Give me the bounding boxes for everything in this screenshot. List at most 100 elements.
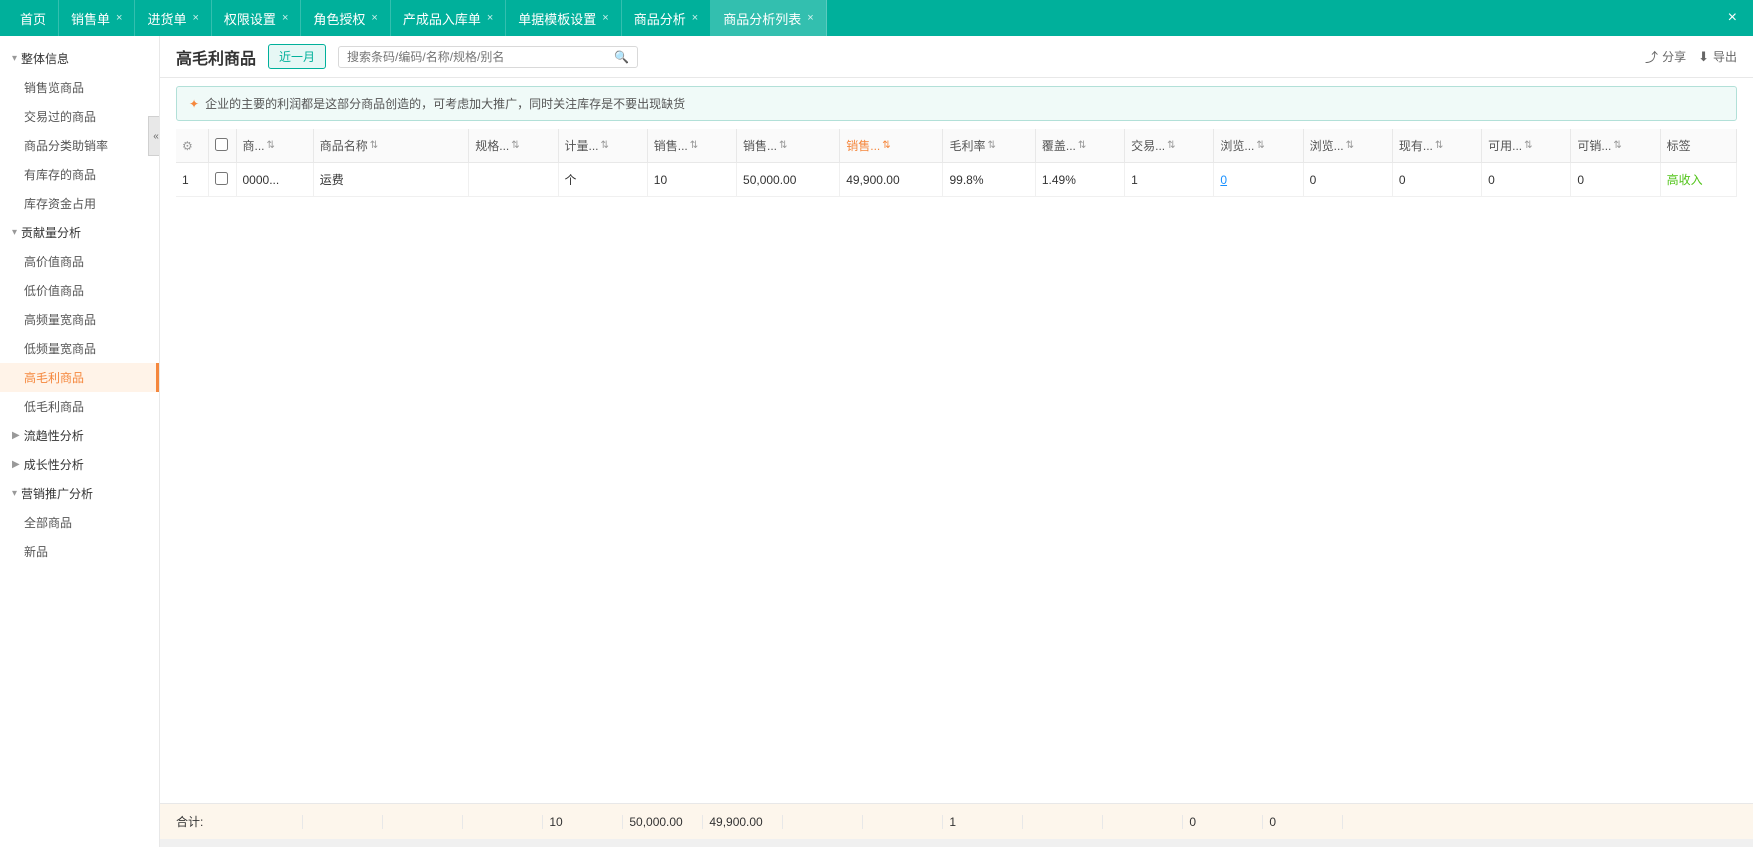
sort-icon-views2[interactable]: ⇅ [1346, 140, 1354, 151]
close-all-button[interactable]: × [1720, 9, 1745, 27]
tab-products-close[interactable]: × [487, 12, 493, 24]
col-sellable: 可销... ⇅ [1571, 129, 1660, 163]
tab-analysis-list-close[interactable]: × [807, 12, 813, 24]
row-checkbox[interactable] [208, 163, 236, 197]
sidebar-item-high-margin[interactable]: 高毛利商品 [0, 363, 159, 392]
row-sellable: 0 [1571, 163, 1660, 197]
sidebar-item-new-goods[interactable]: 新品 [0, 537, 159, 566]
sidebar-group-overall[interactable]: ▾ 整体信息 [0, 44, 159, 73]
sidebar-item-capital-occupation[interactable]: 库存资金占用 [0, 189, 159, 218]
data-table: ⚙ 商... ⇅ 商品名称 [176, 129, 1737, 197]
tab-sales-close[interactable]: × [116, 12, 122, 24]
sort-icon-spec[interactable]: ⇅ [511, 140, 519, 151]
sidebar-item-inventory-goods[interactable]: 有库存的商品 [0, 160, 159, 189]
select-all-checkbox[interactable] [215, 138, 228, 151]
sort-icon-available[interactable]: ⇅ [1524, 140, 1532, 151]
sidebar-item-sales-goods[interactable]: 销售览商品 [0, 73, 159, 102]
row-unit: 个 [558, 163, 647, 197]
sidebar-item-traded-goods[interactable]: 交易过的商品 [0, 102, 159, 131]
tab-sales[interactable]: 销售单 × [59, 0, 135, 36]
sort-icon-name[interactable]: ⇅ [370, 140, 378, 151]
sidebar-item-low-margin[interactable]: 低毛利商品 [0, 392, 159, 421]
row-views2: 0 [1303, 163, 1392, 197]
row-available: 0 [1482, 163, 1571, 197]
search-icon[interactable]: 🔍 [614, 50, 629, 64]
arrow-right-icon2: ▶ [12, 459, 20, 470]
row-seq: 1 [176, 163, 208, 197]
sidebar-group-marketing[interactable]: ▾ 营销推广分析 [0, 479, 159, 508]
tab-analysis-close[interactable]: × [692, 12, 698, 24]
sidebar-item-all-goods[interactable]: 全部商品 [0, 508, 159, 537]
sidebar-item-contribution-rate[interactable]: 商品分类助销率 [0, 131, 159, 160]
tab-analysis-list[interactable]: 商品分析列表 × [711, 0, 826, 36]
sort-icon-transactions[interactable]: ⇅ [1167, 140, 1175, 151]
col-spec: 规格... ⇅ [469, 129, 558, 163]
sort-icon-sales-qty[interactable]: ⇅ [690, 140, 698, 151]
tab-permissions-close[interactable]: × [282, 12, 288, 24]
sidebar-collapse-button[interactable]: « [148, 116, 160, 156]
tab-products[interactable]: 产成品入库单 × [391, 0, 506, 36]
tab-analysis[interactable]: 商品分析 × [622, 0, 711, 36]
sort-icon-sales-profit[interactable]: ⇅ [882, 140, 890, 151]
footer-bar: 合计: 10 50,000.00 49,900.00 1 0 0 [160, 803, 1753, 839]
sort-icon-views1[interactable]: ⇅ [1256, 140, 1264, 151]
row-current-stock: 0 [1392, 163, 1481, 197]
tab-templates-close[interactable]: × [602, 12, 608, 24]
row-sales-qty: 10 [647, 163, 736, 197]
tab-import[interactable]: 进货单 × [135, 0, 211, 36]
sort-icon-unit[interactable]: ⇅ [601, 140, 609, 151]
header-actions: ⤴ 分享 ⬇ 导出 [1645, 47, 1737, 66]
sidebar-item-high-value[interactable]: 高价值商品 [0, 247, 159, 276]
footer-sales-profit: 49,900.00 [703, 815, 783, 829]
footer-empty5 [783, 815, 863, 829]
footer-empty2 [303, 815, 383, 829]
col-available: 可用... ⇅ [1482, 129, 1571, 163]
sort-icon-sales-amt[interactable]: ⇅ [779, 140, 787, 151]
sort-icon-code[interactable]: ⇅ [267, 140, 275, 151]
info-icon: ✦ [189, 97, 199, 111]
col-margin-rate: 毛利率 ⇅ [943, 129, 1035, 163]
table-header-row: ⚙ 商... ⇅ 商品名称 [176, 129, 1737, 163]
sort-icon-coverage[interactable]: ⇅ [1078, 140, 1086, 151]
tab-home[interactable]: 首页 [8, 0, 59, 36]
arrow-right-icon: ▶ [12, 430, 20, 441]
export-button[interactable]: ⬇ 导出 [1698, 47, 1737, 66]
settings-icon[interactable]: ⚙ [182, 139, 193, 153]
footer-views2 [1103, 815, 1183, 829]
sidebar-group-finance[interactable]: ▾ 贡献量分析 [0, 218, 159, 247]
footer-sales-qty: 10 [543, 815, 623, 829]
tab-permissions[interactable]: 权限设置 × [212, 0, 301, 36]
tab-templates[interactable]: 单据模板设置 × [506, 0, 621, 36]
footer-sales-amt: 50,000.00 [623, 815, 703, 829]
row-views1[interactable]: 0 [1214, 163, 1303, 197]
footer-empty1 [223, 815, 303, 829]
share-button[interactable]: ⤴ 分享 [1645, 47, 1686, 66]
footer-transactions: 1 [943, 815, 1023, 829]
sort-icon-current-stock[interactable]: ⇅ [1435, 140, 1443, 151]
sort-icon-margin-rate[interactable]: ⇅ [988, 140, 996, 151]
tab-roles[interactable]: 角色授权 × [301, 0, 390, 36]
page-title: 高毛利商品 [176, 45, 256, 69]
col-views1: 浏览... ⇅ [1214, 129, 1303, 163]
sort-icon-sellable[interactable]: ⇅ [1613, 140, 1621, 151]
sidebar-item-low-freq[interactable]: 低频量宽商品 [0, 334, 159, 363]
col-transactions: 交易... ⇅ [1125, 129, 1214, 163]
col-checkbox [208, 129, 236, 163]
sidebar-item-high-freq[interactable]: 高频量宽商品 [0, 305, 159, 334]
table-container: ⚙ 商... ⇅ 商品名称 [160, 129, 1753, 803]
footer-empty4 [463, 815, 543, 829]
filter-recent-month-button[interactable]: 近一月 [268, 44, 326, 69]
tab-roles-close[interactable]: × [371, 12, 377, 24]
horizontal-scrollbar[interactable] [160, 839, 1753, 847]
sidebar-item-low-value[interactable]: 低价值商品 [0, 276, 159, 305]
content-header: 高毛利商品 近一月 🔍 ⤴ 分享 ⬇ 导出 [160, 36, 1753, 78]
sidebar-group-growth[interactable]: ▶ 成长性分析 [0, 450, 159, 479]
search-box: 🔍 [338, 46, 638, 68]
tab-import-close[interactable]: × [192, 12, 198, 24]
row-margin-rate: 99.8% [943, 163, 1035, 197]
col-name: 商品名称 ⇅ [313, 129, 468, 163]
export-icon: ⬇ [1698, 49, 1709, 65]
search-input[interactable] [347, 50, 610, 64]
col-settings: ⚙ [176, 129, 208, 163]
sidebar-group-trend[interactable]: ▶ 流趋性分析 [0, 421, 159, 450]
